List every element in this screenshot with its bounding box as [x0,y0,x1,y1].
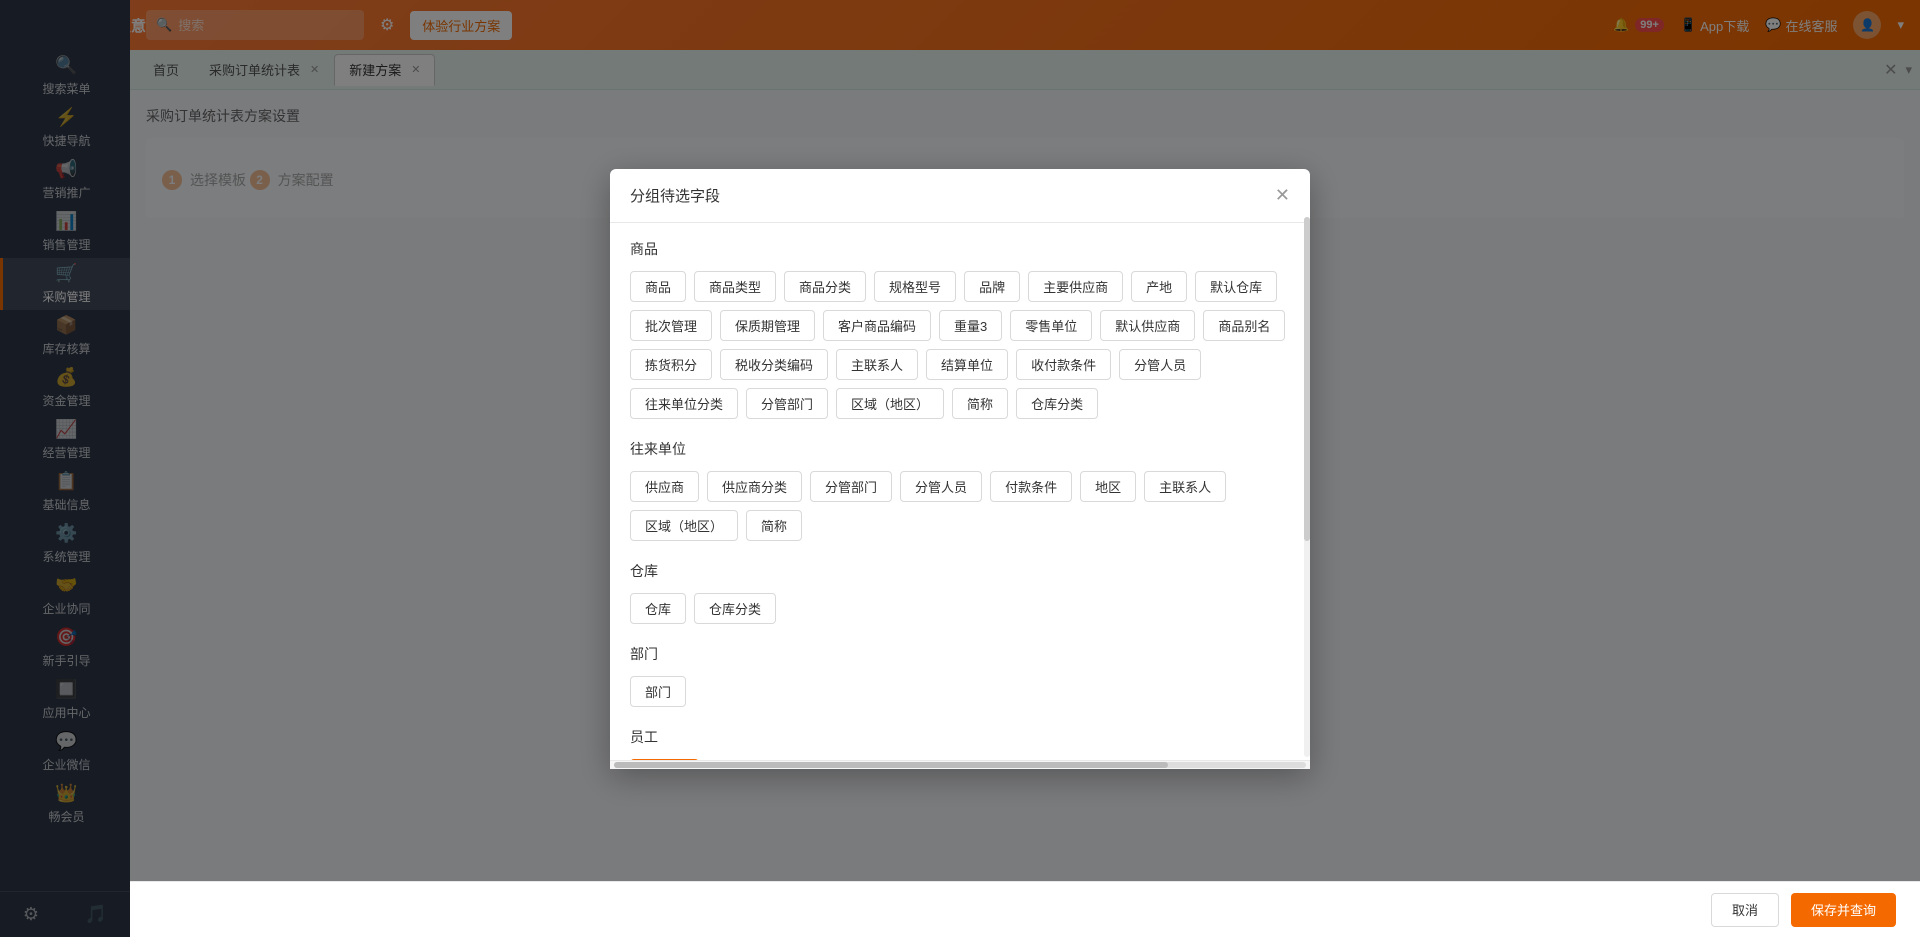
field-tag[interactable]: 商品类型 [694,271,776,302]
field-tag[interactable]: 税收分类编码 [720,349,828,380]
modal: 分组待选字段 ✕ 商品 商品 商品类型 商品分类 规格型号 品牌 主要供应商 产… [610,169,1310,769]
section-goods: 商品 商品 商品类型 商品分类 规格型号 品牌 主要供应商 产地 默认仓库 批次… [630,239,1290,419]
modal-overlay: 分组待选字段 ✕ 商品 商品 商品类型 商品分类 规格型号 品牌 主要供应商 产… [0,0,1920,937]
modal-vertical-scrollbar[interactable] [1304,217,1310,757]
field-tag[interactable]: 分管部门 [810,471,892,502]
field-tag[interactable]: 批次管理 [630,310,712,341]
field-tag[interactable]: 部门 [630,676,686,707]
field-tag[interactable]: 简称 [746,510,802,541]
field-tag[interactable]: 供应商分类 [707,471,802,502]
field-tag[interactable]: 简称 [952,388,1008,419]
field-tag[interactable]: 拣货积分 [630,349,712,380]
section-department-title: 部门 [630,644,1290,664]
field-tag[interactable]: 商品分类 [784,271,866,302]
bottom-action-bar: 取消 保存并查询 [130,881,1920,937]
field-tag[interactable]: 分管人员 [900,471,982,502]
department-field-grid: 部门 [630,676,1290,707]
field-tag[interactable]: 品牌 [964,271,1020,302]
modal-header: 分组待选字段 ✕ [610,169,1310,223]
field-tag[interactable]: 商品 [630,271,686,302]
field-tag[interactable]: 结算单位 [926,349,1008,380]
field-tag[interactable]: 分管人员 [1119,349,1201,380]
field-tag[interactable]: 产地 [1131,271,1187,302]
field-tag[interactable]: 主要供应商 [1028,271,1123,302]
modal-close-button[interactable]: ✕ [1275,185,1290,206]
field-tag[interactable]: 商品别名 [1203,310,1285,341]
section-staff: 员工 业务员 [630,727,1290,760]
field-tag[interactable]: 区域（地区） [836,388,944,419]
save-button[interactable]: 保存并查询 [1791,893,1896,927]
section-warehouse: 仓库 仓库 仓库分类 [630,561,1290,624]
field-tag[interactable]: 仓库 [630,593,686,624]
field-tag[interactable]: 付款条件 [990,471,1072,502]
section-department: 部门 部门 [630,644,1290,707]
field-tag[interactable]: 主联系人 [836,349,918,380]
field-tag[interactable]: 默认供应商 [1100,310,1195,341]
section-partner-title: 往来单位 [630,439,1290,459]
section-warehouse-title: 仓库 [630,561,1290,581]
modal-horizontal-scrollbar[interactable] [610,760,1310,769]
warehouse-field-grid: 仓库 仓库分类 [630,593,1290,624]
field-tag[interactable]: 仓库分类 [1016,388,1098,419]
goods-field-grid: 商品 商品类型 商品分类 规格型号 品牌 主要供应商 产地 默认仓库 批次管理 … [630,271,1290,419]
hscrollbar-track [614,762,1306,768]
field-tag[interactable]: 供应商 [630,471,699,502]
field-tag[interactable]: 规格型号 [874,271,956,302]
field-tag[interactable]: 地区 [1080,471,1136,502]
field-tag[interactable]: 往来单位分类 [630,388,738,419]
field-tag[interactable]: 仓库分类 [694,593,776,624]
field-tag[interactable]: 零售单位 [1010,310,1092,341]
modal-body: 商品 商品 商品类型 商品分类 规格型号 品牌 主要供应商 产地 默认仓库 批次… [610,223,1310,760]
field-tag[interactable]: 分管部门 [746,388,828,419]
field-tag[interactable]: 区域（地区） [630,510,738,541]
field-tag[interactable]: 主联系人 [1144,471,1226,502]
field-tag[interactable]: 默认仓库 [1195,271,1277,302]
section-staff-title: 员工 [630,727,1290,747]
cancel-button[interactable]: 取消 [1711,893,1779,927]
modal-title: 分组待选字段 [630,185,720,206]
hscrollbar-thumb [614,762,1168,768]
partner-field-grid: 供应商 供应商分类 分管部门 分管人员 付款条件 地区 主联系人 区域（地区） … [630,471,1290,541]
field-tag[interactable]: 收付款条件 [1016,349,1111,380]
section-partner: 往来单位 供应商 供应商分类 分管部门 分管人员 付款条件 地区 主联系人 区域… [630,439,1290,541]
field-tag[interactable]: 重量3 [939,310,1002,341]
section-goods-title: 商品 [630,239,1290,259]
field-tag[interactable]: 客户商品编码 [823,310,931,341]
field-tag[interactable]: 保质期管理 [720,310,815,341]
vscrollbar-thumb [1304,217,1310,541]
